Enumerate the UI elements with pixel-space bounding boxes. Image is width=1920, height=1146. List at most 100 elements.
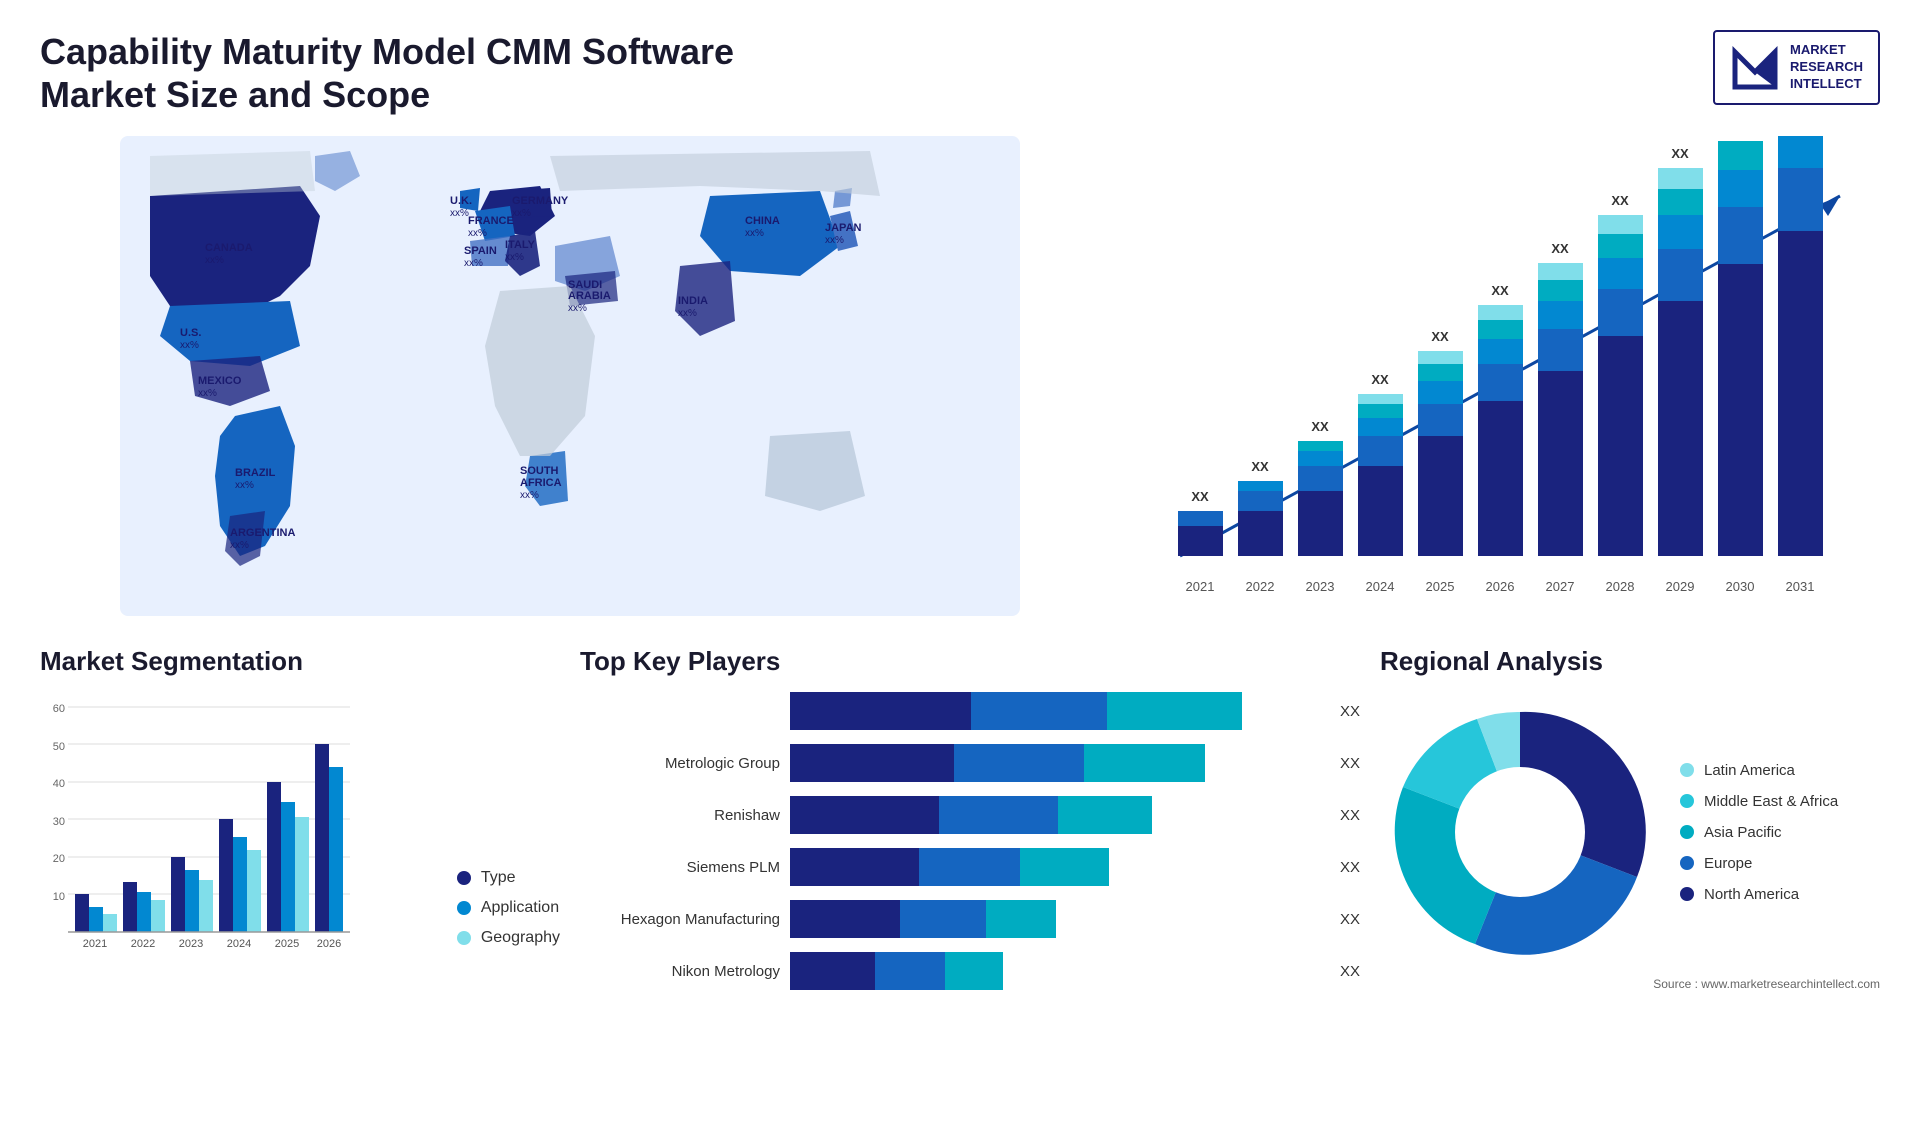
logo-text: MARKET RESEARCH INTELLECT bbox=[1790, 42, 1863, 93]
legend-item-geography: Geography bbox=[457, 929, 560, 947]
player-value-2: XX bbox=[1340, 755, 1360, 772]
legend-dot-type bbox=[457, 871, 471, 885]
svg-text:XX: XX bbox=[1611, 193, 1629, 208]
svg-text:XX: XX bbox=[1671, 146, 1689, 161]
source-text: Source : www.marketresearchintellect.com bbox=[1380, 977, 1880, 991]
player-name-6: Nikon Metrology bbox=[580, 963, 780, 980]
bar-seg2 bbox=[900, 900, 986, 938]
svg-text:xx%: xx% bbox=[512, 208, 531, 219]
table-row: Metrologic Group XX bbox=[580, 744, 1360, 782]
svg-text:JAPAN: JAPAN bbox=[825, 222, 862, 234]
svg-text:xx%: xx% bbox=[520, 490, 539, 501]
regional-title: Regional Analysis bbox=[1380, 646, 1880, 677]
regional-legend-item-latin: Latin America bbox=[1680, 762, 1838, 779]
legend-item-type: Type bbox=[457, 869, 560, 887]
top-section: CANADA xx% U.S. xx% MEXICO xx% BRAZIL xx… bbox=[40, 136, 1880, 616]
table-row: XX bbox=[580, 692, 1360, 730]
regional-legend-item-mea: Middle East & Africa bbox=[1680, 793, 1838, 810]
player-bar-6 bbox=[790, 952, 1003, 990]
svg-text:2025: 2025 bbox=[1426, 579, 1455, 594]
svg-text:20: 20 bbox=[53, 853, 65, 865]
bar-seg1 bbox=[790, 692, 971, 730]
svg-text:XX: XX bbox=[1311, 419, 1329, 434]
svg-text:2031: 2031 bbox=[1786, 579, 1815, 594]
player-name-2: Metrologic Group bbox=[580, 755, 780, 772]
svg-text:XX: XX bbox=[1431, 329, 1449, 344]
bar-seg1 bbox=[790, 952, 875, 990]
regional-legend: Latin America Middle East & Africa Asia … bbox=[1680, 762, 1838, 903]
svg-text:ARABIA: ARABIA bbox=[568, 290, 611, 302]
bottom-section: Market Segmentation 60 50 40 30 20 10 bbox=[40, 646, 1880, 1004]
bar-seg1 bbox=[790, 900, 900, 938]
legend-dot-application bbox=[457, 901, 471, 915]
player-value-6: XX bbox=[1340, 963, 1360, 980]
table-row: Hexagon Manufacturing XX bbox=[580, 900, 1360, 938]
player-bar-wrapper-6 bbox=[790, 952, 1322, 990]
svg-text:xx%: xx% bbox=[180, 340, 199, 351]
player-bar-1 bbox=[790, 692, 1242, 730]
svg-text:ITALY: ITALY bbox=[505, 239, 536, 251]
svg-text:U.S.: U.S. bbox=[180, 327, 201, 339]
svg-text:XX: XX bbox=[1491, 283, 1509, 298]
table-row: Siemens PLM XX bbox=[580, 848, 1360, 886]
bar-seg1 bbox=[790, 796, 939, 834]
bar-seg3 bbox=[1084, 744, 1205, 782]
svg-text:xx%: xx% bbox=[505, 252, 524, 263]
bar-seg1 bbox=[790, 848, 919, 886]
legend-dot-geography bbox=[457, 931, 471, 945]
segmentation-content: 60 50 40 30 20 10 bbox=[40, 692, 560, 977]
svg-text:SPAIN: SPAIN bbox=[464, 245, 497, 257]
svg-text:xx%: xx% bbox=[230, 540, 249, 551]
svg-text:xx%: xx% bbox=[198, 388, 217, 399]
regional-label-apac: Asia Pacific bbox=[1704, 824, 1782, 841]
legend-label-type: Type bbox=[481, 869, 516, 887]
svg-text:2028: 2028 bbox=[1606, 579, 1635, 594]
player-value-4: XX bbox=[1340, 859, 1360, 876]
bar-seg2 bbox=[939, 796, 1058, 834]
player-bar-2 bbox=[790, 744, 1205, 782]
bar-seg3 bbox=[945, 952, 1003, 990]
player-bar-wrapper-2 bbox=[790, 744, 1322, 782]
bar-chart-svg: XX 2021 XX 2022 XX 2023 bbox=[1120, 136, 1880, 616]
svg-text:2021: 2021 bbox=[83, 938, 107, 950]
svg-text:2022: 2022 bbox=[131, 938, 155, 950]
player-value-5: XX bbox=[1340, 911, 1360, 928]
player-name-5: Hexagon Manufacturing bbox=[580, 911, 780, 928]
regional-dot-mea bbox=[1680, 794, 1694, 808]
svg-text:xx%: xx% bbox=[205, 255, 224, 266]
svg-text:xx%: xx% bbox=[464, 258, 483, 269]
bar-seg2 bbox=[919, 848, 1020, 886]
logo-icon bbox=[1730, 42, 1780, 92]
regional-legend-item-europe: Europe bbox=[1680, 855, 1838, 872]
svg-text:2026: 2026 bbox=[1486, 579, 1515, 594]
svg-text:2024: 2024 bbox=[227, 938, 251, 950]
player-value-1: XX bbox=[1340, 703, 1360, 720]
svg-text:2024: 2024 bbox=[1366, 579, 1395, 594]
world-map-svg: CANADA xx% U.S. xx% MEXICO xx% BRAZIL xx… bbox=[40, 136, 1100, 616]
svg-text:INDIA: INDIA bbox=[678, 295, 708, 307]
player-bar-wrapper-3 bbox=[790, 796, 1322, 834]
player-bar-3 bbox=[790, 796, 1152, 834]
svg-text:xx%: xx% bbox=[745, 228, 764, 239]
svg-text:XX: XX bbox=[1251, 459, 1269, 474]
regional-label-europe: Europe bbox=[1704, 855, 1752, 872]
page-title: Capability Maturity Model CMM Software M… bbox=[40, 30, 740, 116]
regional-dot-na bbox=[1680, 887, 1694, 901]
svg-text:2021: 2021 bbox=[1186, 579, 1215, 594]
svg-text:FRANCE: FRANCE bbox=[468, 215, 514, 227]
legend-label-geography: Geography bbox=[481, 929, 560, 947]
svg-text:MEXICO: MEXICO bbox=[198, 375, 242, 387]
svg-text:10: 10 bbox=[53, 891, 65, 903]
map-container: CANADA xx% U.S. xx% MEXICO xx% BRAZIL xx… bbox=[40, 136, 1100, 616]
bar-seg3 bbox=[1107, 692, 1243, 730]
regional-container: Regional Analysis bbox=[1380, 646, 1880, 1004]
svg-text:CHINA: CHINA bbox=[745, 215, 780, 227]
bar-seg2 bbox=[875, 952, 945, 990]
regional-legend-item-apac: Asia Pacific bbox=[1680, 824, 1838, 841]
svg-text:AFRICA: AFRICA bbox=[520, 477, 562, 489]
players-bars: XX Metrologic Group XX bbox=[580, 692, 1360, 990]
svg-text:30: 30 bbox=[53, 816, 65, 828]
segmentation-title: Market Segmentation bbox=[40, 646, 560, 677]
svg-text:40: 40 bbox=[53, 778, 65, 790]
svg-text:2029: 2029 bbox=[1666, 579, 1695, 594]
